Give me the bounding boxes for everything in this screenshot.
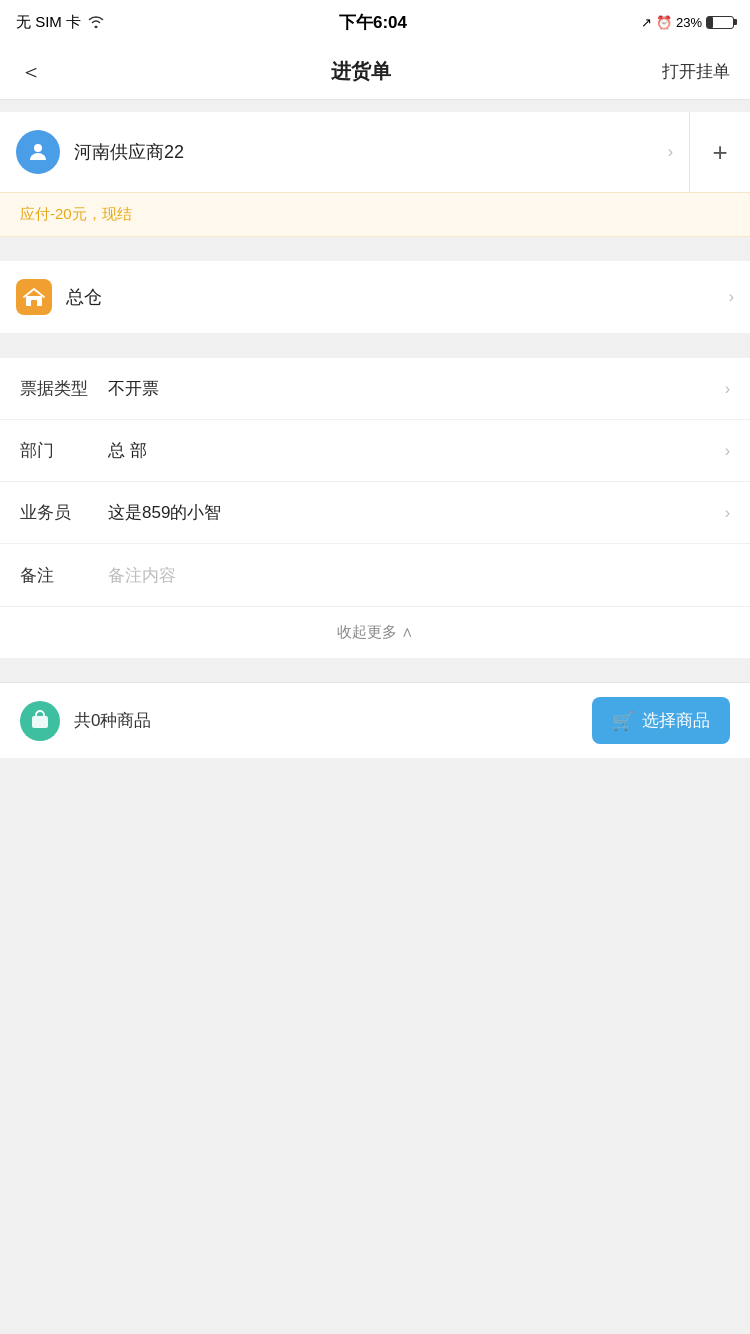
department-value: 总 部 <box>100 439 717 462</box>
page-title: 进货单 <box>331 58 391 85</box>
supplier-name: 河南供应商22 <box>74 140 660 164</box>
invoice-type-label: 票据类型 <box>20 377 100 400</box>
salesperson-row[interactable]: 业务员 这是859的小智 › <box>0 482 750 544</box>
status-time: 下午6:04 <box>339 11 407 34</box>
form-section: 票据类型 不开票 › 部门 总 部 › 业务员 这是859的小智 › 备注 备注… <box>0 358 750 606</box>
battery-pct: 23% <box>676 15 702 30</box>
remark-label: 备注 <box>20 564 100 587</box>
supplier-chevron-icon: › <box>668 143 673 161</box>
select-btn-label: 选择商品 <box>642 709 710 732</box>
nav-bar: ＜ 进货单 打开挂单 <box>0 44 750 100</box>
svg-rect-3 <box>32 716 48 728</box>
status-bar: 无 SIM 卡 下午6:04 ↗ ⏰ 23% <box>0 0 750 44</box>
gap-4 <box>0 658 750 670</box>
department-row[interactable]: 部门 总 部 › <box>0 420 750 482</box>
collapse-label: 收起更多 ∧ <box>337 623 413 642</box>
warehouse-selector[interactable]: 总仓 › <box>0 261 750 334</box>
supplier-section: 河南供应商22 › + <box>0 112 750 192</box>
cart-icon: 🛒 <box>612 710 634 732</box>
warehouse-chevron-icon: › <box>729 288 734 306</box>
wifi-icon <box>87 14 105 31</box>
notice-text: 应付-20元，现结 <box>20 205 132 222</box>
product-count: 共0种商品 <box>74 709 592 732</box>
status-left: 无 SIM 卡 <box>16 13 105 32</box>
invoice-type-row[interactable]: 票据类型 不开票 › <box>0 358 750 420</box>
invoice-type-value: 不开票 <box>100 377 717 400</box>
collapse-button[interactable]: 收起更多 ∧ <box>0 606 750 658</box>
supplier-selector[interactable]: 河南供应商22 › <box>0 112 690 192</box>
salesperson-value: 这是859的小智 <box>100 501 717 524</box>
department-label: 部门 <box>20 439 100 462</box>
warehouse-icon <box>16 279 52 315</box>
warehouse-name: 总仓 <box>66 285 721 309</box>
empty-content-area <box>0 758 750 1058</box>
alarm-icon: ⏰ <box>656 15 672 30</box>
svg-rect-2 <box>31 300 37 306</box>
battery-icon <box>706 16 734 29</box>
status-right: ↗ ⏰ 23% <box>641 15 734 30</box>
salesperson-label: 业务员 <box>20 501 100 524</box>
salesperson-chevron-icon: › <box>725 504 730 522</box>
remark-input[interactable]: 备注内容 <box>100 564 730 587</box>
product-icon <box>20 701 60 741</box>
add-supplier-button[interactable]: + <box>690 117 750 187</box>
gap-2 <box>0 237 750 249</box>
gap-3 <box>0 334 750 346</box>
gap-1 <box>0 100 750 112</box>
supplier-avatar <box>16 130 60 174</box>
open-pending-button[interactable]: 打开挂单 <box>662 60 730 83</box>
bottom-bar: 共0种商品 🛒 选择商品 <box>0 682 750 758</box>
invoice-type-chevron-icon: › <box>725 380 730 398</box>
back-button[interactable]: ＜ <box>20 57 60 87</box>
svg-point-0 <box>34 144 42 152</box>
department-chevron-icon: › <box>725 442 730 460</box>
select-product-button[interactable]: 🛒 选择商品 <box>592 697 730 744</box>
carrier-label: 无 SIM 卡 <box>16 13 81 32</box>
notice-banner: 应付-20元，现结 <box>0 192 750 237</box>
location-icon: ↗ <box>641 15 652 30</box>
remark-row[interactable]: 备注 备注内容 <box>0 544 750 606</box>
